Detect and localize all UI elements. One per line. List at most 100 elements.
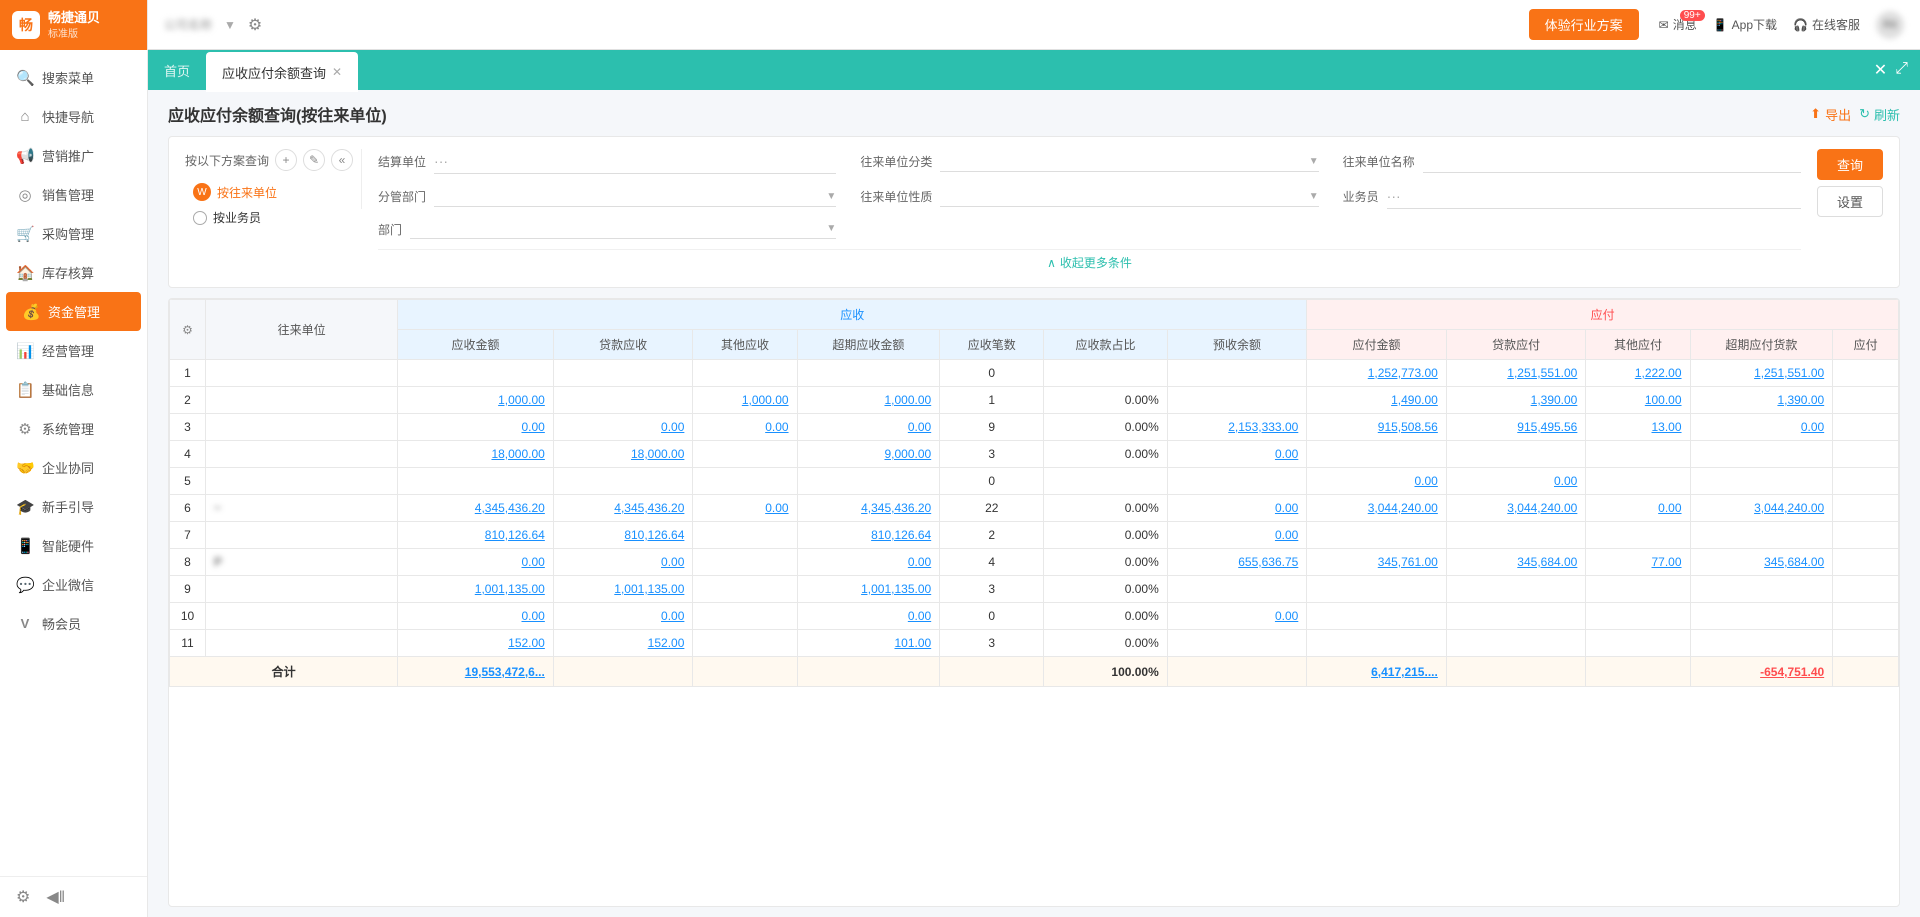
sidebar-item-system[interactable]: ⚙ 系统管理 (0, 409, 147, 448)
total-label-cell: 合计 (170, 657, 398, 687)
row-index: 1 (170, 360, 206, 387)
nature-input[interactable]: ▼ (940, 187, 1318, 207)
sidebar-item-collab[interactable]: 🤝 企业协同 (0, 448, 147, 487)
sidebar-item-wechat[interactable]: 💬 企业微信 (0, 565, 147, 604)
sales-icon: ◎ (16, 186, 34, 204)
total-ap-overdue[interactable]: -654,751.40 (1690, 657, 1833, 687)
sidebar-nav: 🔍 搜索菜单 ⌂ 快捷导航 📢 营销推广 ◎ 销售管理 🛒 采购管理 🏠 库 (0, 50, 147, 876)
topbar: 公司名称 ▼ ⚙ 体验行业方案 ✉ 消息 99+ 📱 App下载 🎧 在线客服 (148, 0, 1920, 50)
category-input[interactable]: ▼ (940, 152, 1318, 172)
table-row: 91,001,135.001,001,135.001,001,135.0030.… (170, 576, 1899, 603)
sidebar-item-sales[interactable]: ◎ 销售管理 (0, 175, 147, 214)
promo-button[interactable]: 体验行业方案 (1529, 9, 1639, 40)
tab-receivable[interactable]: 应收应付余额查询 ✕ (206, 52, 358, 92)
filter-field-nature: 往来单位性质 ▼ (860, 184, 1318, 209)
th-settings[interactable]: ⚙ (170, 300, 206, 360)
total-ar-ratio: 100.00% (1044, 657, 1167, 687)
filter-collapse-button[interactable]: « (331, 149, 353, 171)
hardware-icon: 📱 (16, 537, 34, 555)
tab-home[interactable]: 首页 (148, 50, 206, 90)
tab-expand-icon[interactable]: ⤢ (1895, 60, 1908, 80)
filter-field-dept: 分管部门 ▼ (378, 184, 836, 209)
app-label: App下载 (1732, 16, 1777, 33)
guide-icon: 🎓 (16, 498, 34, 516)
topbar-dropdown-arrow[interactable]: ▼ (224, 18, 236, 32)
settings-button[interactable]: 设置 (1817, 186, 1883, 217)
data-table: ⚙ 往来单位 应收 应付 应收金额 贷款应收 其他应收 超期应收金额 应收笔数 (169, 299, 1899, 687)
tab-close-icon[interactable]: ✕ (332, 65, 342, 79)
dept-label: 分管部门 (378, 188, 426, 205)
sidebar-item-label: 营销推广 (42, 146, 94, 165)
system-icon: ⚙ (16, 420, 34, 438)
table-row: 30.000.000.000.0090.00%2,153,333.00915,5… (170, 414, 1899, 441)
row-index: 3 (170, 414, 206, 441)
sidebar-item-marketing[interactable]: 📢 营销推广 (0, 136, 147, 175)
sidebar-item-label: 采购管理 (42, 224, 94, 243)
sidebar: 畅 畅捷通贝 标准版 🔍 搜索菜单 ⌂ 快捷导航 📢 营销推广 ◎ 销售管理 (0, 0, 148, 917)
row-partner (206, 360, 398, 387)
user-avatar[interactable]: Rit (1876, 11, 1904, 39)
sidebar-item-basic[interactable]: 📋 基础信息 (0, 370, 147, 409)
sidebar-item-label: 销售管理 (42, 185, 94, 204)
settings-footer-icon[interactable]: ⚙ (16, 887, 30, 907)
filter-scheme-by-unit[interactable]: W 按往来单位 (185, 179, 353, 205)
total-ar-amount[interactable]: 19,553,472,6... (398, 657, 554, 687)
filter-more-button[interactable]: ∧ 收起更多条件 (378, 249, 1801, 275)
filter-field-salesperson: 业务员 ··· (1343, 184, 1801, 209)
department-input[interactable]: ▼ (410, 219, 836, 239)
message-action[interactable]: ✉ 消息 99+ (1659, 16, 1697, 33)
main-area: 公司名称 ▼ ⚙ 体验行业方案 ✉ 消息 99+ 📱 App下载 🎧 在线客服 (148, 0, 1920, 917)
sidebar-item-inventory[interactable]: 🏠 库存核算 (0, 253, 147, 292)
wechat-icon: 💬 (16, 576, 34, 594)
sidebar-item-label: 新手引导 (42, 497, 94, 516)
sidebar-item-hardware[interactable]: 📱 智能硬件 (0, 526, 147, 565)
table-settings-icon[interactable]: ⚙ (182, 323, 193, 337)
sidebar-item-quicknav[interactable]: ⌂ 快捷导航 (0, 97, 147, 136)
search-icon: 🔍 (16, 69, 34, 87)
filter-add-button[interactable]: + (275, 149, 297, 171)
row-index: 5 (170, 468, 206, 495)
page-actions: ⬆ 导出 ↻ 刷新 (1810, 105, 1900, 124)
dept-input[interactable]: ▼ (434, 187, 836, 207)
service-action[interactable]: 🎧 在线客服 (1793, 16, 1860, 33)
sidebar-item-label: 畅会员 (42, 614, 81, 633)
logo-icon: 畅 (12, 11, 40, 39)
filter-field-category: 往来单位分类 ▼ (860, 149, 1318, 174)
sidebar-item-guide[interactable]: 🎓 新手引导 (0, 487, 147, 526)
collapse-footer-icon[interactable]: ◀‖ (46, 887, 65, 907)
basic-icon: 📋 (16, 381, 34, 399)
salesperson-input[interactable]: ··· (1387, 184, 1801, 209)
table-row: 100.000.000.0000.00%0.00 (170, 603, 1899, 630)
sidebar-item-purchase[interactable]: 🛒 采购管理 (0, 214, 147, 253)
topbar-gear-icon[interactable]: ⚙ (248, 15, 262, 35)
tab-close-all-icon[interactable]: ✕ (1874, 60, 1887, 80)
sidebar-item-finance[interactable]: 💰 资金管理 (6, 292, 141, 331)
sidebar-item-label: 基础信息 (42, 380, 94, 399)
logo-name: 畅捷通贝 (48, 10, 100, 26)
app-action[interactable]: 📱 App下载 (1713, 16, 1777, 33)
sidebar-item-operations[interactable]: 📊 经营管理 (0, 331, 147, 370)
th-ap-amount: 应付金额 (1307, 330, 1447, 360)
sidebar-item-search[interactable]: 🔍 搜索菜单 (0, 58, 147, 97)
filter-field-unitname: 往来单位名称 (1343, 149, 1801, 174)
filter-scheme-by-salesperson[interactable]: 按业务员 (185, 205, 353, 230)
sidebar-item-member[interactable]: V 畅会员 (0, 604, 147, 643)
export-button[interactable]: ⬆ 导出 (1810, 105, 1851, 124)
refresh-button[interactable]: ↻ 刷新 (1859, 105, 1900, 124)
unitname-input[interactable] (1423, 150, 1801, 173)
filter-edit-button[interactable]: ✎ (303, 149, 325, 171)
page-header: 应收应付余额查询(按往来单位) ⬆ 导出 ↻ 刷新 (148, 90, 1920, 126)
table-row: 8P0.000.000.0040.00%655,636.75345,761.00… (170, 549, 1899, 576)
total-ap-amount[interactable]: 6,417,215.... (1307, 657, 1447, 687)
inventory-icon: 🏠 (16, 264, 34, 282)
tab-bar: 首页 应收应付余额查询 ✕ ✕ ⤢ (148, 50, 1920, 90)
marketing-icon: 📢 (16, 147, 34, 165)
query-button[interactable]: 查询 (1817, 149, 1883, 180)
row-partner (206, 468, 398, 495)
page-title: 应收应付余额查询(按往来单位) (168, 102, 387, 126)
user-name: Rit (1883, 19, 1896, 31)
app-icon: 📱 (1713, 18, 1728, 32)
th-ar-ratio: 应收款占比 (1044, 330, 1167, 360)
th-ap-overdue: 超期应付货款 (1690, 330, 1833, 360)
settlement-input[interactable]: ··· (434, 149, 836, 174)
